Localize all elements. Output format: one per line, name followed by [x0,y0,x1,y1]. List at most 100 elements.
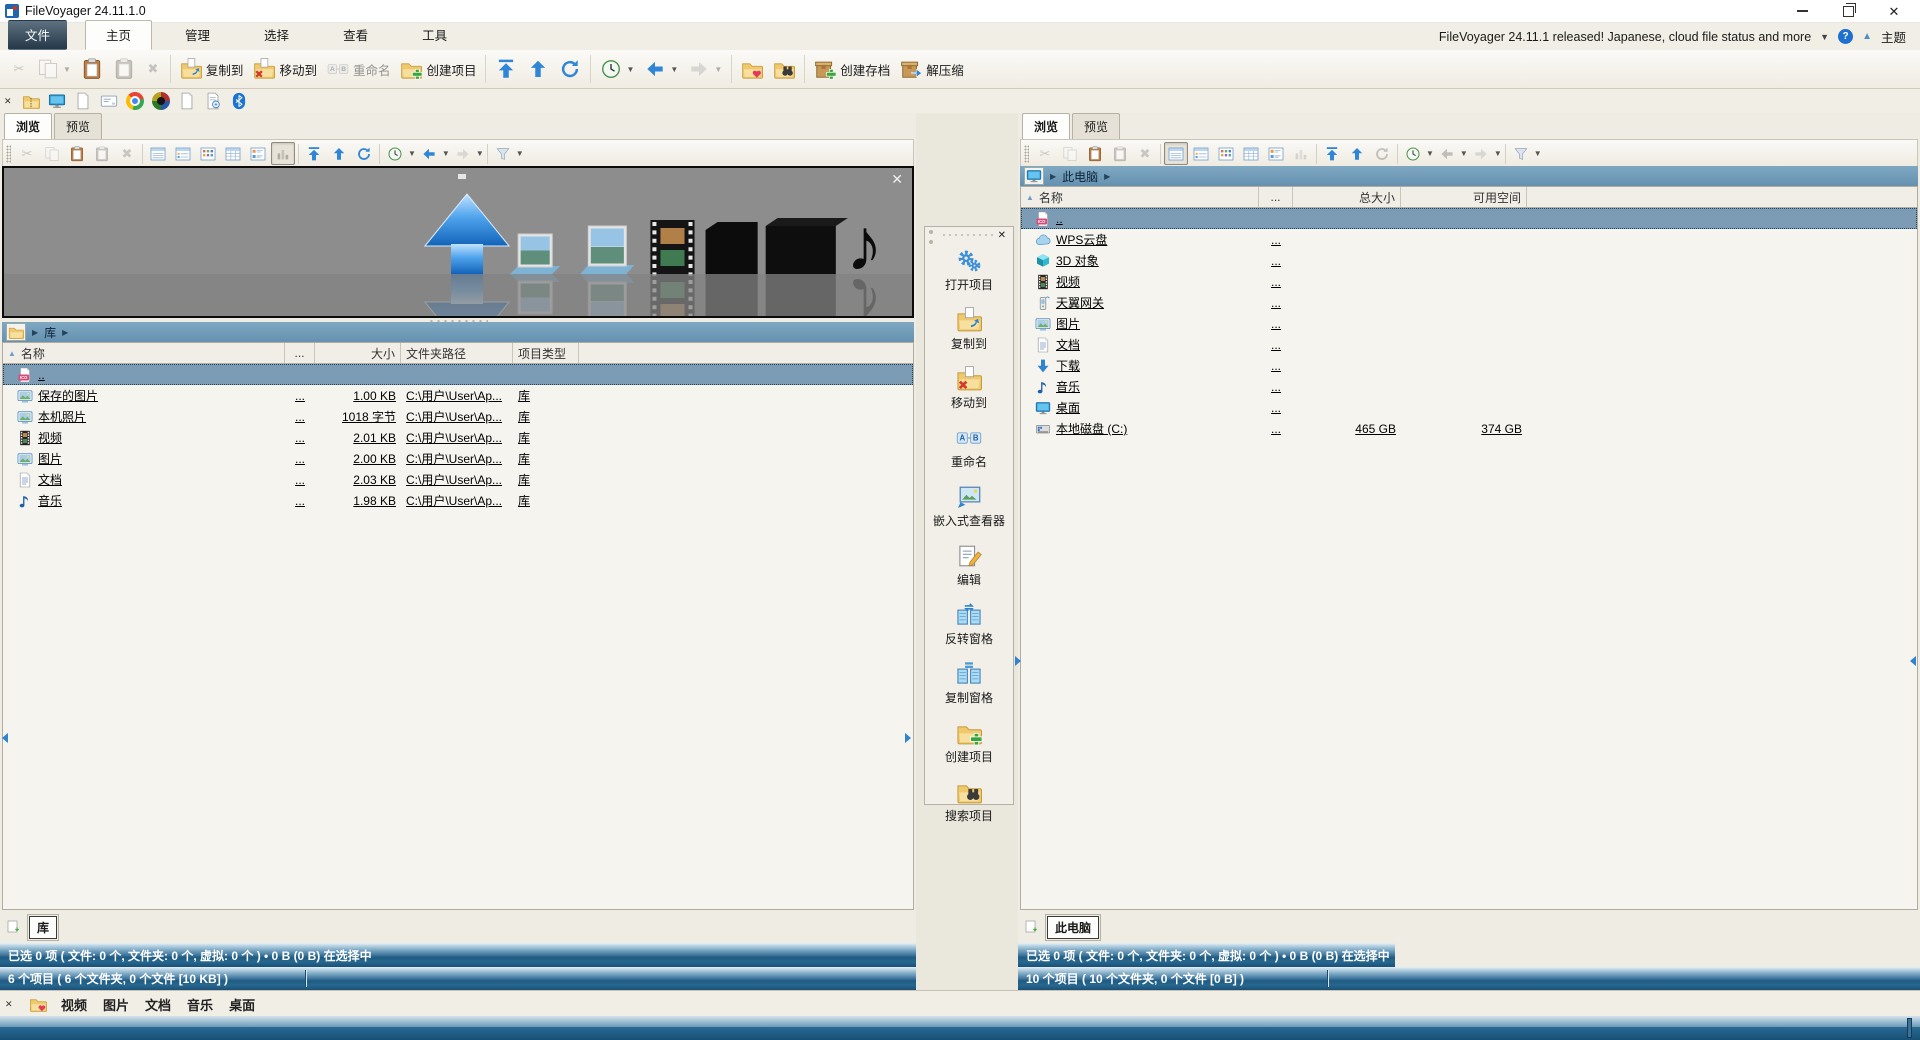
cell-link[interactable]: 天翼网关 [1056,294,1104,311]
mid-action-6[interactable]: 反转窗格 [945,602,993,647]
bottombar-grip[interactable] [1907,1018,1912,1038]
cell-link[interactable]: WPS云盘 [1056,231,1107,248]
favorite-item-3[interactable]: 音乐 [187,995,213,1014]
favorite-item-1[interactable]: 图片 [103,995,129,1014]
news-dropdown-icon[interactable]: ▼ [1820,32,1829,42]
left-column-header-0[interactable]: ▲名称 [3,343,285,363]
right-tool-paste-into[interactable] [1108,142,1132,165]
cell-link[interactable]: 图片 [1056,315,1080,332]
left-tool-forward[interactable] [451,142,475,165]
ribbon-action-folder-copy[interactable]: 复制到 [175,56,249,82]
left-tool-forward-dropdown-icon[interactable]: ▼ [476,149,484,158]
quick-notes-button[interactable] [203,92,222,111]
right-file-row-7[interactable]: 下载... [1021,355,1917,376]
cell-link[interactable]: ... [1271,233,1281,247]
ribbon-tab-1[interactable]: 主页 [85,20,152,50]
left-tool-view-table[interactable] [221,142,245,165]
ribbon-action-folder-new[interactable]: 创建项目 [395,56,481,82]
ribbon-action-paste[interactable] [76,56,108,82]
left-tool-view-tiles[interactable] [246,142,270,165]
right-tool-up[interactable] [1345,142,1369,165]
mid-action-1[interactable]: 复制到 [951,307,987,352]
cell-link[interactable]: ... [295,494,305,508]
quick-card-button[interactable] [99,92,118,111]
cell-link[interactable]: C:\用户\User\Ap... [406,408,502,425]
right-breadcrumb[interactable]: ▶此电脑▶ [1020,166,1918,186]
left-tool-funnel-dropdown-icon[interactable]: ▼ [516,149,524,158]
left-tool-delete[interactable]: ✖ [115,142,139,165]
left-tool-copy[interactable] [40,142,64,165]
right-tool-view-table[interactable] [1239,142,1263,165]
left-file-row-0[interactable]: ICO.. [3,364,913,385]
right-view-tab[interactable]: 此电脑 [1047,916,1099,939]
cell-link[interactable]: ... [1271,296,1281,310]
right-tool-history-dropdown-icon[interactable]: ▼ [1426,149,1434,158]
midbar-close-icon[interactable]: ✕ [998,231,1006,241]
breadcrumb-arrow-icon[interactable]: ▶ [1050,172,1056,181]
quick-zip-button[interactable] [21,92,40,111]
toolbar-grip[interactable] [6,145,11,163]
left-add-view-button[interactable] [4,917,24,937]
cell-link[interactable]: ... [1271,422,1281,436]
right-column-header-1[interactable]: ... [1259,187,1293,207]
maximize-button[interactable] [1840,3,1856,19]
left-tool-refresh[interactable] [352,142,376,165]
left-tool-view-details[interactable] [146,142,170,165]
left-pane-tab-0[interactable]: 浏览 [4,113,52,140]
quick-photos-button[interactable] [151,92,170,111]
right-tool-paste[interactable] [1083,142,1107,165]
cell-link[interactable]: ... [295,452,305,466]
left-tool-back[interactable] [417,142,441,165]
cell-link[interactable]: C:\用户\User\Ap... [406,387,502,404]
ribbon-tab-4[interactable]: 查看 [322,20,389,50]
breadcrumb-arrow-icon[interactable]: ▶ [1104,172,1110,181]
cell-link[interactable]: .. [38,368,45,382]
minimize-button[interactable] [1794,3,1810,19]
left-file-row-4[interactable]: 图片...2.00 KBC:\用户\User\Ap...库 [3,448,913,469]
cell-link[interactable]: 1.98 KB [353,494,396,508]
right-tool-view-details[interactable] [1164,142,1188,165]
right-tool-funnel[interactable] [1509,142,1533,165]
ribbon-collapse-icon[interactable]: ▲ [1862,31,1872,42]
cell-link[interactable]: 3D 对象 [1056,252,1099,269]
right-tool-refresh[interactable] [1370,142,1394,165]
cell-link[interactable]: ... [1271,338,1281,352]
left-pane-splitter-icon[interactable] [905,733,911,743]
right-tool-funnel-dropdown-icon[interactable]: ▼ [1534,149,1542,158]
right-tool-back[interactable] [1435,142,1459,165]
cell-link[interactable]: C:\用户\User\Ap... [406,471,502,488]
ribbon-action-delete[interactable]: ✖ [140,59,166,79]
left-tool-up-top[interactable] [302,142,326,165]
cell-link[interactable]: 视频 [38,429,62,446]
left-tool-paste-into[interactable] [90,142,114,165]
right-tool-view-list[interactable] [1189,142,1213,165]
ribbon-tab-3[interactable]: 选择 [243,20,310,50]
ribbon-action-up-top[interactable] [490,56,522,82]
right-file-row-2[interactable]: 3D 对象... [1021,250,1917,271]
breadcrumb-arrow-icon[interactable]: ▶ [32,328,38,337]
cell-link[interactable]: ... [1271,275,1281,289]
viewer-handle[interactable] [458,174,466,179]
cell-link[interactable]: ... [295,473,305,487]
right-file-row-9[interactable]: 桌面... [1021,397,1917,418]
mid-action-2[interactable]: 移动到 [951,366,987,411]
close-button[interactable]: ✕ [1886,3,1902,19]
right-tool-forward[interactable] [1469,142,1493,165]
middle-splitter-icon[interactable] [1015,656,1021,666]
favbar-close-icon[interactable]: ✕ [5,999,15,1010]
left-splitter-collapse-icon[interactable] [2,733,8,743]
cell-link[interactable]: 库 [518,429,530,446]
ribbon-action-history[interactable]: ▼ [595,56,639,82]
right-tool-history[interactable] [1401,142,1425,165]
right-tool-view-icons[interactable] [1214,142,1238,165]
ribbon-tab-5[interactable]: 工具 [401,20,468,50]
left-column-header-1[interactable]: ... [285,343,315,363]
cell-link[interactable]: 2.00 KB [353,452,396,466]
help-icon[interactable]: ? [1838,29,1853,44]
cell-link[interactable]: ... [1271,317,1281,331]
cell-link[interactable]: ... [1271,380,1281,394]
cell-link[interactable]: 本地磁盘 (C:) [1056,420,1127,437]
favorite-item-4[interactable]: 桌面 [229,995,255,1014]
mid-action-0[interactable]: 打开项目 [945,248,993,293]
ribbon-tab-0[interactable]: 文件 [8,20,67,50]
